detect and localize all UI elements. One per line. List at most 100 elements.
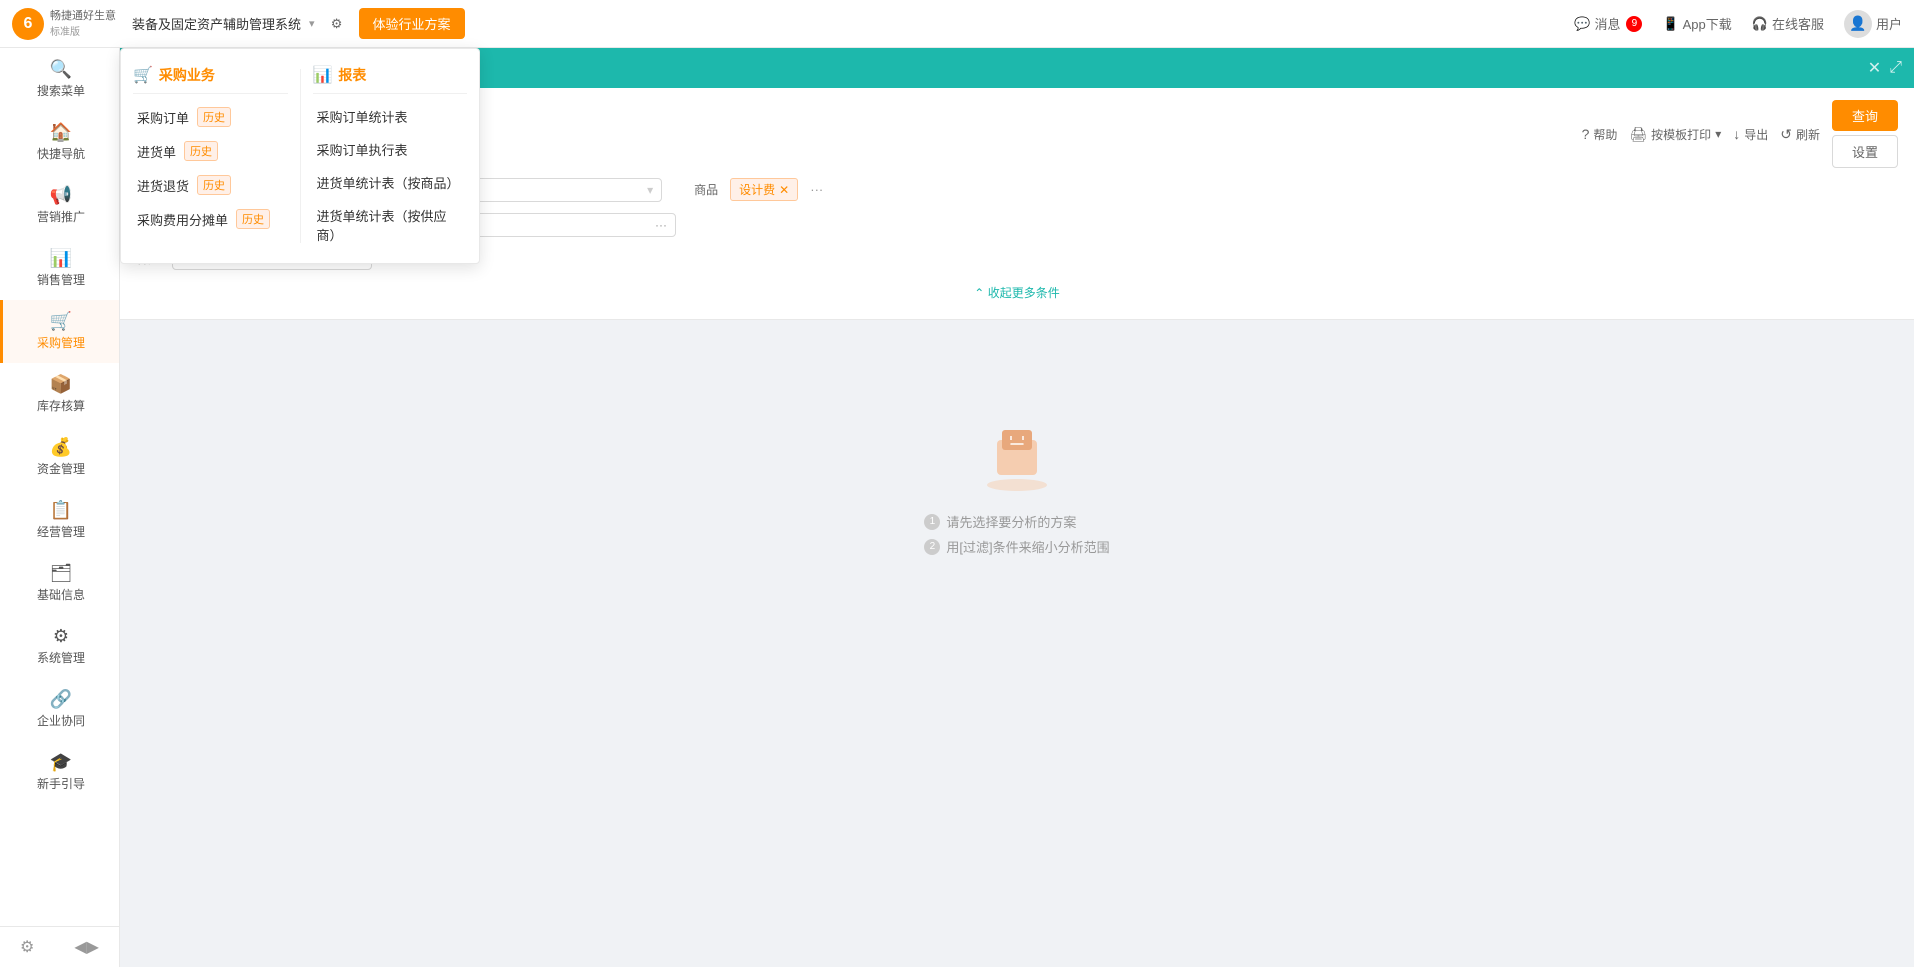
sidebar-label-enterprise: 企业协同 <box>37 712 85 729</box>
basic-icon: 🗂 <box>50 564 73 582</box>
refresh-label: 刷新 <box>1796 126 1820 143</box>
logo-icon: 6 <box>12 8 44 40</box>
sidebar-item-operation[interactable]: 📋 经营管理 <box>0 489 119 552</box>
empty-text: 1 请先选择要分析的方案 2 用[过滤]条件来缩小分析范围 <box>924 512 1109 556</box>
tip2-num: 2 <box>924 539 940 555</box>
sidebar-collapse-btn[interactable]: ◀▶ <box>74 937 99 957</box>
refresh-btn[interactable]: ↺ 刷新 <box>1780 126 1820 143</box>
industry-btn[interactable]: 体验行业方案 <box>359 8 465 39</box>
export-btn[interactable]: ↓ 导出 <box>1733 126 1768 143</box>
headset-icon: 🎧 <box>1752 16 1768 32</box>
goods-more-dots[interactable]: ··· <box>810 182 823 197</box>
app-download-label: App下载 <box>1683 14 1732 33</box>
status-select[interactable]: ▾ <box>462 178 662 202</box>
goods-label: 商品 <box>694 181 718 198</box>
purchase-col-1: 🛒 采购业务 采购订单 历史 进货单 历史 进货退货 历史 采购费用分摊单 历史 <box>121 61 300 251</box>
print-label: 按模板打印 <box>1651 126 1711 143</box>
print-dropdown-icon[interactable]: ▾ <box>1715 127 1721 141</box>
sidebar-item-finance[interactable]: 💰 资金管理 <box>0 426 119 489</box>
sidebar-item-system[interactable]: ⚙ 系统管理 <box>0 615 119 678</box>
message-icon: 💬 <box>1574 16 1590 32</box>
guide-icon: 🎓 <box>50 753 72 771</box>
user-action[interactable]: 👤 用户 <box>1844 10 1902 38</box>
help-btn[interactable]: ? 帮助 <box>1582 126 1618 143</box>
stock-in-stats-supplier-label: 进货单统计表（按供应商） <box>317 206 464 244</box>
sidebar-label-sales: 销售管理 <box>37 271 85 288</box>
system-title-area: 装备及固定资产辅助管理系统 ▾ ⚙ 体验行业方案 <box>132 8 1574 39</box>
sidebar-item-sales[interactable]: 📊 销售管理 <box>0 237 119 300</box>
report-section-title: 📊 报表 <box>313 61 468 94</box>
online-service-label: 在线客服 <box>1772 14 1824 33</box>
stock-in-history[interactable]: 历史 <box>184 141 218 161</box>
message-badge: 9 <box>1626 16 1642 32</box>
user-label: 用户 <box>1876 14 1902 33</box>
inventory-icon: 📦 <box>50 375 72 393</box>
salesperson-dots[interactable]: ··· <box>655 218 667 232</box>
purchase-cost-history[interactable]: 历史 <box>236 209 270 229</box>
sidebar-label-basic: 基础信息 <box>37 586 85 603</box>
logo-badge: 标准版 <box>50 23 116 38</box>
sidebar-item-quick[interactable]: 🏠 快捷导航 <box>0 111 119 174</box>
phone-icon: 📱 <box>1662 16 1678 32</box>
purchase-order-stats-label: 采购订单统计表 <box>317 107 408 126</box>
report-section-icon: 📊 <box>313 65 333 85</box>
help-icon: ? <box>1582 126 1590 142</box>
message-action[interactable]: 💬 消息 9 <box>1574 14 1642 33</box>
collapse-label: 收起更多条件 <box>988 286 1060 300</box>
title-dropdown-icon[interactable]: ▾ <box>309 17 315 30</box>
purchase-section-title: 🛒 采购业务 <box>133 61 288 94</box>
collapse-row[interactable]: ⌃ 收起更多条件 <box>136 278 1898 307</box>
sidebar-item-marketing[interactable]: 📢 营销推广 <box>0 174 119 237</box>
search-icon: 🔍 <box>50 60 72 78</box>
user-avatar: 👤 <box>1844 10 1872 38</box>
sidebar-item-inventory[interactable]: 📦 库存核算 <box>0 363 119 426</box>
salesperson-select[interactable]: ··· <box>476 213 676 237</box>
stock-in-stats-goods-item[interactable]: 进货单统计表（按商品） <box>313 166 468 199</box>
sidebar-label-search: 搜索菜单 <box>37 82 85 99</box>
sidebar-label-guide: 新手引导 <box>37 775 85 792</box>
help-label: 帮助 <box>1593 126 1617 143</box>
purchase-dropdown-menu: 🛒 采购业务 采购订单 历史 进货单 历史 进货退货 历史 采购费用分摊单 历史 <box>120 48 480 264</box>
sidebar-label-purchase: 采购管理 <box>37 334 85 351</box>
app-download-action[interactable]: 📱 App下载 <box>1662 14 1731 33</box>
settings-icon-btn[interactable]: ⚙ <box>323 10 351 38</box>
print-icon: 🖨 <box>1629 126 1647 143</box>
settings-btn[interactable]: 设置 <box>1832 135 1898 168</box>
action-btn-group: 查询 设置 <box>1832 100 1898 168</box>
sidebar-item-basic[interactable]: 🗂 基础信息 <box>0 552 119 615</box>
stock-return-history[interactable]: 历史 <box>197 175 231 195</box>
stock-return-item[interactable]: 进货退货 历史 <box>133 168 288 202</box>
goods-tag: 设计费 ✕ <box>730 178 798 201</box>
purchase-order-stats-item[interactable]: 采购订单统计表 <box>313 100 468 133</box>
purchase-order-exec-item[interactable]: 采购订单执行表 <box>313 133 468 166</box>
stock-in-stats-supplier-item[interactable]: 进货单统计表（按供应商） <box>313 199 468 251</box>
print-btn[interactable]: 🖨 按模板打印 ▾ <box>1629 126 1721 143</box>
stock-in-label: 进货单 <box>137 142 176 161</box>
online-service-action[interactable]: 🎧 在线客服 <box>1752 14 1824 33</box>
sidebar-settings-btn[interactable]: ⚙ <box>20 937 34 957</box>
finance-icon: 💰 <box>50 438 72 456</box>
purchase-section-icon: 🛒 <box>133 65 153 85</box>
logo-text: 畅捷通好生意 <box>50 9 116 23</box>
logo-area: 6 畅捷通好生意 标准版 <box>12 8 132 40</box>
sidebar-item-enterprise[interactable]: 🔗 企业协同 <box>0 678 119 741</box>
status-dropdown-icon: ▾ <box>647 183 653 197</box>
purchase-order-history[interactable]: 历史 <box>197 107 231 127</box>
system-icon: ⚙ <box>53 627 69 645</box>
purchase-cost-item[interactable]: 采购费用分摊单 历史 <box>133 202 288 236</box>
tab-close-window-icon[interactable]: ✕ <box>1868 58 1881 78</box>
sidebar: 🔍 搜索菜单 🏠 快捷导航 📢 营销推广 📊 销售管理 🛒 采购管理 📦 库存核… <box>0 48 120 967</box>
stock-return-label: 进货退货 <box>137 176 189 195</box>
sidebar-item-search[interactable]: 🔍 搜索菜单 <box>0 48 119 111</box>
refresh-icon: ↺ <box>1780 126 1792 143</box>
sidebar-item-guide[interactable]: 🎓 新手引导 <box>0 741 119 804</box>
goods-tag-close[interactable]: ✕ <box>779 183 789 197</box>
query-btn[interactable]: 查询 <box>1832 100 1898 131</box>
tip1-num: 1 <box>924 514 940 530</box>
sidebar-item-purchase[interactable]: 🛒 采购管理 <box>0 300 119 363</box>
stock-in-item[interactable]: 进货单 历史 <box>133 134 288 168</box>
tab-bar-right: ✕ ⤢ <box>1868 58 1914 78</box>
purchase-order-item[interactable]: 采购订单 历史 <box>133 100 288 134</box>
export-label: 导出 <box>1744 126 1768 143</box>
tab-expand-icon[interactable]: ⤢ <box>1889 59 1902 77</box>
